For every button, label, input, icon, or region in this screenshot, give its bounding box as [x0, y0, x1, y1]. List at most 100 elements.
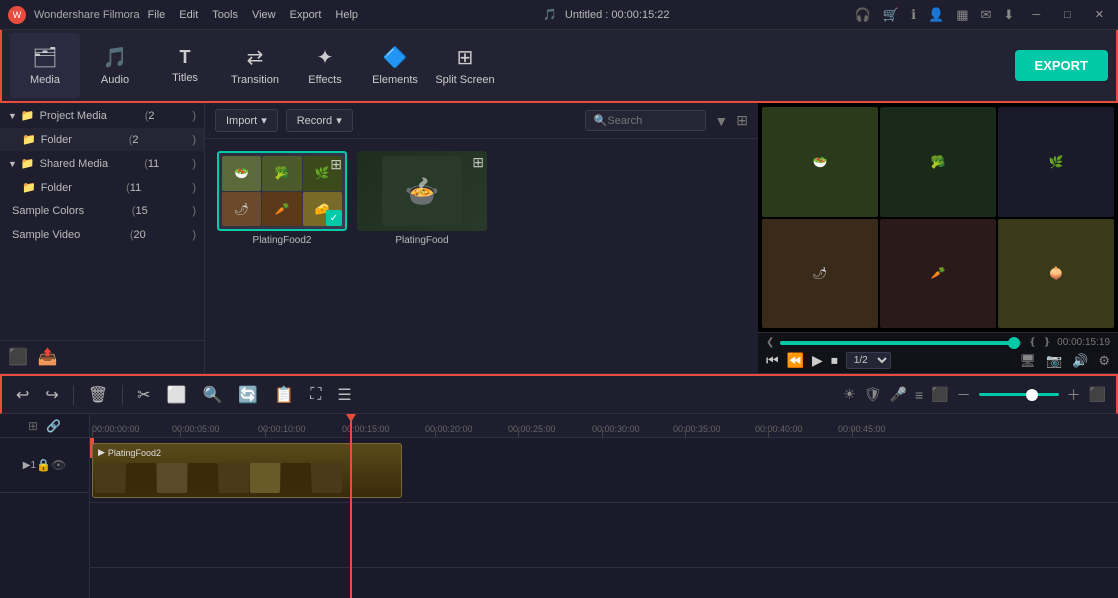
video-clip-0[interactable]: ▶ PlatingFood2 [92, 443, 402, 498]
record-button[interactable]: Record ▾ [286, 109, 353, 132]
redo-button[interactable]: ↪ [41, 381, 62, 409]
toolbar-effects[interactable]: ✦ Effects [290, 33, 360, 98]
mic-icon[interactable]: 🎤 [890, 386, 907, 403]
menu-export[interactable]: Export [290, 9, 322, 21]
link-icon[interactable]: 🔗 [46, 419, 61, 433]
filter-icon[interactable]: ▼ [714, 113, 728, 129]
clip-frame-3 [188, 463, 218, 493]
ruler-area-wrapper: 00:00:00:00 00:00:05:00 00:00:10:00 00:0… [90, 414, 1118, 598]
toolbar-split-screen[interactable]: ⊞ Split Screen [430, 33, 500, 98]
plus-icon[interactable]: ＋ [1067, 385, 1081, 405]
menu-edit[interactable]: Edit [179, 9, 198, 21]
search-box[interactable]: 🔍 [585, 110, 707, 131]
add-track-icon[interactable]: ⊞ [28, 419, 38, 433]
zoom-in-button[interactable]: 🔍 [198, 381, 226, 409]
shared-media-folder[interactable]: 📁 Folder ( 11 ) [0, 176, 204, 199]
cart-icon: 🛒 [883, 7, 899, 23]
menu-file[interactable]: File [148, 9, 166, 21]
minus-icon[interactable]: － [957, 385, 971, 405]
export-button[interactable]: EXPORT [1015, 50, 1108, 81]
playback-right-controls: 🖥 📷 🔊 ⚙ [1019, 353, 1110, 369]
clip-label: ▶ PlatingFood2 [98, 447, 161, 458]
minimize-button[interactable]: ─ [1026, 7, 1046, 23]
project-media-header[interactable]: ▼ 📁 Project Media ( 2 ) [0, 103, 204, 128]
menu-tools[interactable]: Tools [212, 9, 238, 21]
auto-icon[interactable]: ☀ [843, 386, 856, 403]
add-folder-icon[interactable]: ⬛ [8, 347, 28, 367]
preview-cell-3: 🌶 [762, 219, 878, 329]
media-item-1[interactable]: 🍲 ⊞ PlatingFood [357, 151, 487, 361]
sample-colors-item[interactable]: Sample Colors ( 15 ) [0, 199, 204, 223]
scrubber-handle[interactable] [1008, 337, 1020, 349]
crop2-icon[interactable]: ⬛ [931, 386, 948, 403]
quality-select[interactable]: 1/2 Full 1/4 [846, 352, 891, 369]
eye-icon[interactable]: 👁 [51, 458, 66, 472]
adjust-button[interactable]: ☰ [333, 381, 355, 409]
preview-cell-2: 🌿 [998, 107, 1114, 217]
toolbar-media[interactable]: 🗂 Media [10, 33, 80, 98]
folder-count: ( [126, 134, 133, 146]
toolbar-transition[interactable]: ⇄ Transition [220, 33, 290, 98]
camera-icon[interactable]: 📷 [1046, 353, 1062, 369]
scrubber-bar[interactable] [780, 341, 1022, 345]
record-chevron-icon: ▾ [336, 114, 342, 127]
grid-view-icon[interactable]: ⊞ [736, 112, 748, 129]
delete-button[interactable]: 🗑 [84, 381, 112, 409]
crop-button[interactable]: ⬜ [163, 381, 191, 409]
media-item-0[interactable]: 🥗 🥦 🌿 🌶 🥕 🧀 ⊞ ✓ PlatingFood2 [217, 151, 347, 361]
scrubber[interactable]: ❮ ❴ ❵ 00:00:15:19 [766, 337, 1110, 348]
import-button[interactable]: Import ▾ [215, 109, 278, 132]
import-folder-icon[interactable]: 📤 [38, 347, 58, 367]
ruler-mark-7: 00:00:35:00 [673, 424, 721, 434]
panel-section: ▼ 📁 Project Media ( 2 ) 📁 Folder ( 2 ) [0, 103, 204, 340]
menu-view[interactable]: View [252, 9, 276, 21]
menu-help[interactable]: Help [335, 9, 358, 21]
shared-media-folder-icon: 📁 [21, 157, 35, 170]
sample-video-item[interactable]: Sample Video ( 20 ) [0, 223, 204, 247]
menu-bar: File Edit Tools View Export Help [148, 9, 358, 21]
video-track-row: ▶ PlatingFood2 [90, 438, 1118, 503]
ruler-mark-8: 00:00:40:00 [755, 424, 803, 434]
prev-frame-button[interactable]: ⏮ [766, 352, 779, 369]
maximize-button[interactable]: □ [1058, 7, 1077, 23]
timeline-content: ⊞ 🔗 ▶1 🔒 👁 00:00:00:00 00:00:05:00 00:00… [0, 414, 1118, 598]
preview-cell-4: 🥕 [880, 219, 996, 329]
toolbar-titles[interactable]: T Titles [150, 33, 220, 98]
fullscreen-button[interactable]: ⛶ [306, 382, 325, 408]
project-media-group: ▼ 📁 Project Media ( 2 ) 📁 Folder ( 2 ) [0, 103, 204, 151]
step-back-button[interactable]: ⏪ [787, 352, 804, 369]
transition-icon: ⇄ [247, 45, 264, 70]
media-icon: 🗂 [32, 45, 57, 70]
folder-icon: 📁 [22, 133, 36, 146]
toolbar-elements[interactable]: 🔷 Elements [360, 33, 430, 98]
rotate-button[interactable]: 🔄 [234, 381, 262, 409]
undo-button[interactable]: ↩ [12, 381, 33, 409]
ruler-mark-0: 00:00:00:00 [92, 424, 140, 434]
cut-button[interactable]: ✂ [133, 381, 154, 409]
clip-frame-4 [219, 463, 249, 493]
expand-icon[interactable]: ⬛ [1089, 386, 1106, 403]
volume-icon[interactable]: 🔊 [1072, 353, 1088, 369]
text-icon[interactable]: ≡ [915, 387, 923, 403]
stop-button[interactable]: ⏹ [831, 352, 838, 369]
timeline-toolbar: ↩ ↪ 🗑 ✂ ⬜ 🔍 🔄 📋 ⛶ ☰ ☀ 🛡 🎤 ≡ ⬛ － ＋ ⬛ [0, 374, 1118, 414]
separator-1 [73, 385, 74, 405]
scrubber-fill [780, 341, 1010, 345]
search-input[interactable] [607, 115, 697, 127]
project-media-folder[interactable]: 📁 Folder ( 2 ) [0, 128, 204, 151]
lock-icon[interactable]: 🔒 [36, 458, 51, 472]
play-button[interactable]: ▶ [812, 352, 823, 369]
shared-media-label: Shared Media [40, 158, 109, 170]
zoom-slider[interactable] [979, 393, 1059, 396]
screen-icon[interactable]: 🖥 [1019, 353, 1036, 369]
pip-button[interactable]: 📋 [270, 381, 298, 409]
toolbar-audio[interactable]: 🎵 Audio [80, 33, 150, 98]
settings-icon[interactable]: ⚙ [1098, 353, 1110, 369]
close-button[interactable]: ✕ [1089, 6, 1110, 23]
project-media-label: Project Media [40, 110, 107, 122]
preview-cell-0: 🥗 [762, 107, 878, 217]
media-label-0: PlatingFood2 [217, 235, 347, 246]
shared-media-header[interactable]: ▼ 📁 Shared Media ( 11 ) [0, 151, 204, 176]
shield-icon[interactable]: 🛡 [864, 386, 882, 403]
media-panel: ▼ 📁 Project Media ( 2 ) 📁 Folder ( 2 ) [0, 103, 205, 373]
